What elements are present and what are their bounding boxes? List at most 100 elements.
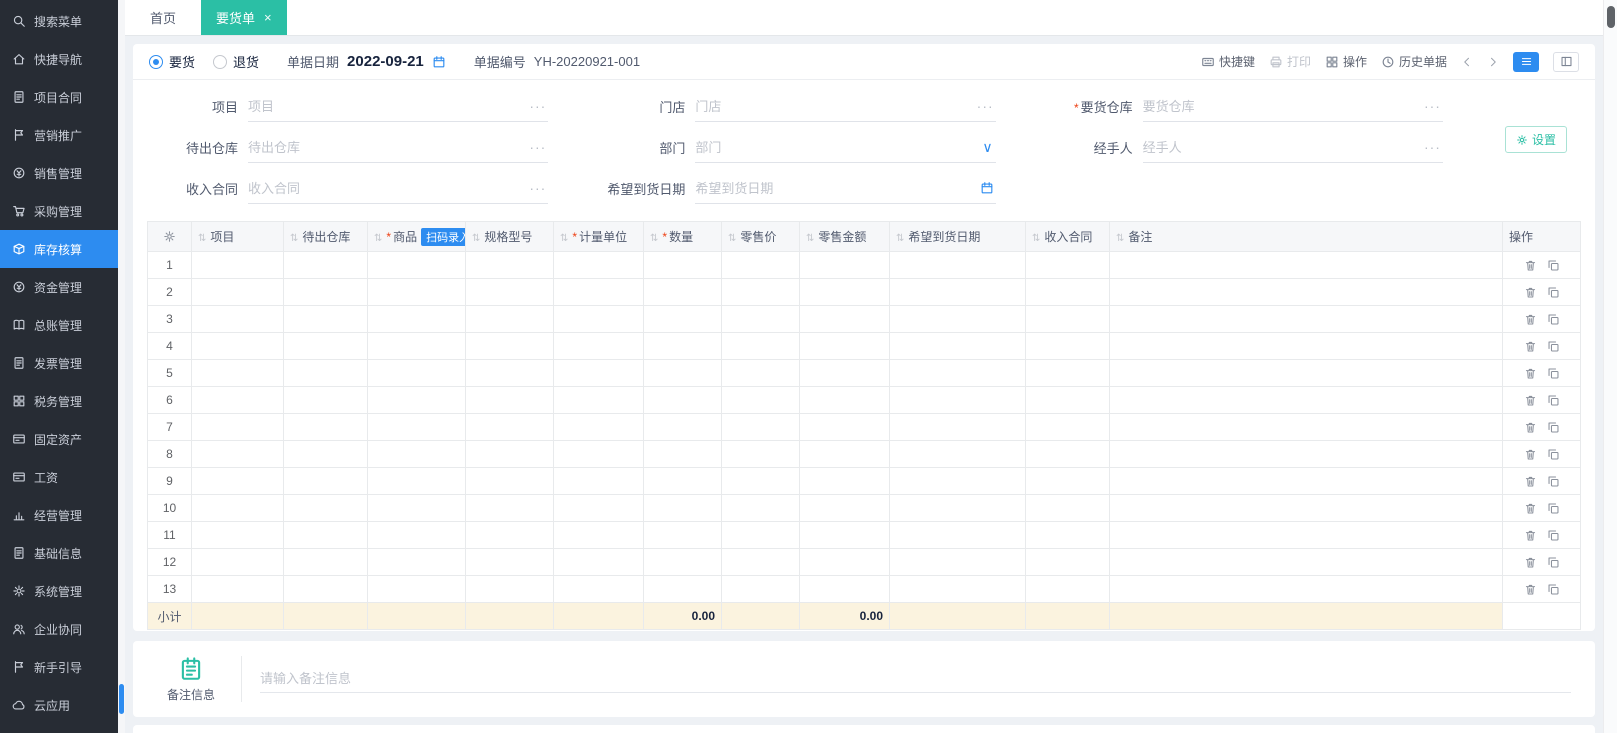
cell[interactable]: [721, 305, 800, 333]
cell[interactable]: [465, 521, 554, 549]
cell[interactable]: [799, 413, 890, 441]
sidebar-item-system-management[interactable]: 系统管理: [0, 572, 118, 610]
cell[interactable]: [1109, 548, 1503, 576]
sidebar-item-basic-info[interactable]: 基础信息: [0, 534, 118, 572]
cell[interactable]: [1025, 305, 1110, 333]
cell[interactable]: [643, 548, 722, 576]
cell[interactable]: [889, 413, 1026, 441]
cell[interactable]: [889, 575, 1026, 603]
sidebar-item-fixed-assets[interactable]: 固定资产: [0, 420, 118, 458]
delete-row-icon[interactable]: [1524, 502, 1537, 515]
cell[interactable]: [1109, 305, 1503, 333]
cell[interactable]: [721, 494, 800, 522]
delete-row-icon[interactable]: [1524, 475, 1537, 488]
cell[interactable]: [191, 359, 284, 387]
more-icon[interactable]: ···: [1422, 140, 1443, 154]
cell[interactable]: [721, 251, 800, 279]
cell[interactable]: [799, 521, 890, 549]
cell[interactable]: [889, 440, 1026, 468]
sidebar-item-beginner-guide[interactable]: 新手引导: [0, 648, 118, 686]
remarks-input[interactable]: [260, 665, 1571, 693]
copy-row-icon[interactable]: [1547, 286, 1560, 299]
sidebar-item-fund-management[interactable]: 资金管理: [0, 268, 118, 306]
more-icon[interactable]: ···: [527, 99, 548, 113]
list-view-button[interactable]: [1513, 51, 1539, 72]
cell[interactable]: [283, 386, 368, 414]
sidebar-item-project-contract[interactable]: 项目合同: [0, 78, 118, 116]
delete-row-icon[interactable]: [1524, 313, 1537, 326]
col-header-expected-date[interactable]: ⇅ 希望到货日期: [889, 221, 1026, 252]
cell[interactable]: [889, 332, 1026, 360]
cell[interactable]: [721, 386, 800, 414]
cell[interactable]: [889, 521, 1026, 549]
chevron-down-icon[interactable]: ∨: [980, 140, 995, 154]
cell[interactable]: [553, 278, 644, 306]
cell[interactable]: [553, 359, 644, 387]
radio-requisition[interactable]: 要货: [149, 52, 195, 71]
col-header-remark[interactable]: ⇅ 备注: [1109, 221, 1503, 252]
col-header-unit[interactable]: ⇅ * 计量单位: [553, 221, 644, 252]
cell[interactable]: [465, 332, 554, 360]
sidebar-item-search-menu[interactable]: 搜索菜单: [0, 2, 118, 40]
copy-row-icon[interactable]: [1547, 394, 1560, 407]
cell[interactable]: [465, 440, 554, 468]
cell[interactable]: [643, 440, 722, 468]
delete-row-icon[interactable]: [1524, 556, 1537, 569]
cell[interactable]: [367, 548, 466, 576]
cell[interactable]: [465, 467, 554, 495]
copy-row-icon[interactable]: [1547, 583, 1560, 596]
cell[interactable]: [721, 521, 800, 549]
cell[interactable]: [553, 440, 644, 468]
cell[interactable]: [1025, 251, 1110, 279]
cell[interactable]: [1109, 521, 1503, 549]
cell[interactable]: [1025, 548, 1110, 576]
cell[interactable]: [889, 305, 1026, 333]
cell[interactable]: [1109, 467, 1503, 495]
delete-row-icon[interactable]: [1524, 367, 1537, 380]
cell[interactable]: [283, 251, 368, 279]
cell[interactable]: [1025, 467, 1110, 495]
sidebar-item-marketing[interactable]: 营销推广: [0, 116, 118, 154]
delete-row-icon[interactable]: [1524, 529, 1537, 542]
cell[interactable]: [721, 278, 800, 306]
settings-button[interactable]: 设置: [1504, 126, 1567, 153]
sidebar-item-inventory-accounting[interactable]: 库存核算: [0, 230, 118, 268]
cell[interactable]: [367, 521, 466, 549]
delete-row-icon[interactable]: [1524, 421, 1537, 434]
cell[interactable]: [799, 494, 890, 522]
document-number-value[interactable]: YH-20220921-001: [534, 54, 640, 69]
cell[interactable]: [1025, 332, 1110, 360]
cell[interactable]: [643, 278, 722, 306]
cell[interactable]: [191, 440, 284, 468]
cell[interactable]: [799, 359, 890, 387]
actions-button[interactable]: 操作: [1325, 53, 1367, 70]
cell[interactable]: [1109, 332, 1503, 360]
chevron-left-icon[interactable]: [1461, 56, 1473, 68]
copy-row-icon[interactable]: [1547, 556, 1560, 569]
cell[interactable]: [643, 494, 722, 522]
cell[interactable]: [465, 305, 554, 333]
more-icon[interactable]: ···: [975, 99, 996, 113]
tab-home[interactable]: 首页: [125, 0, 201, 35]
sidebar-item-general-ledger[interactable]: 总账管理: [0, 306, 118, 344]
cell[interactable]: [799, 251, 890, 279]
cell[interactable]: [283, 521, 368, 549]
cell[interactable]: [191, 467, 284, 495]
copy-row-icon[interactable]: [1547, 475, 1560, 488]
cell[interactable]: [191, 251, 284, 279]
cell[interactable]: [889, 494, 1026, 522]
cell[interactable]: [553, 521, 644, 549]
cell[interactable]: [367, 494, 466, 522]
cell[interactable]: [283, 332, 368, 360]
cell[interactable]: [889, 251, 1026, 279]
calendar-icon[interactable]: [978, 181, 996, 195]
cell[interactable]: [283, 278, 368, 306]
cell[interactable]: [465, 494, 554, 522]
sidebar-scrollbar-thumb[interactable]: [119, 684, 124, 714]
cell[interactable]: [721, 440, 800, 468]
cell[interactable]: [643, 332, 722, 360]
sidebar-item-cloud-apps[interactable]: 云应用: [0, 686, 118, 724]
cell[interactable]: [465, 386, 554, 414]
cell[interactable]: [191, 548, 284, 576]
cell[interactable]: [799, 467, 890, 495]
